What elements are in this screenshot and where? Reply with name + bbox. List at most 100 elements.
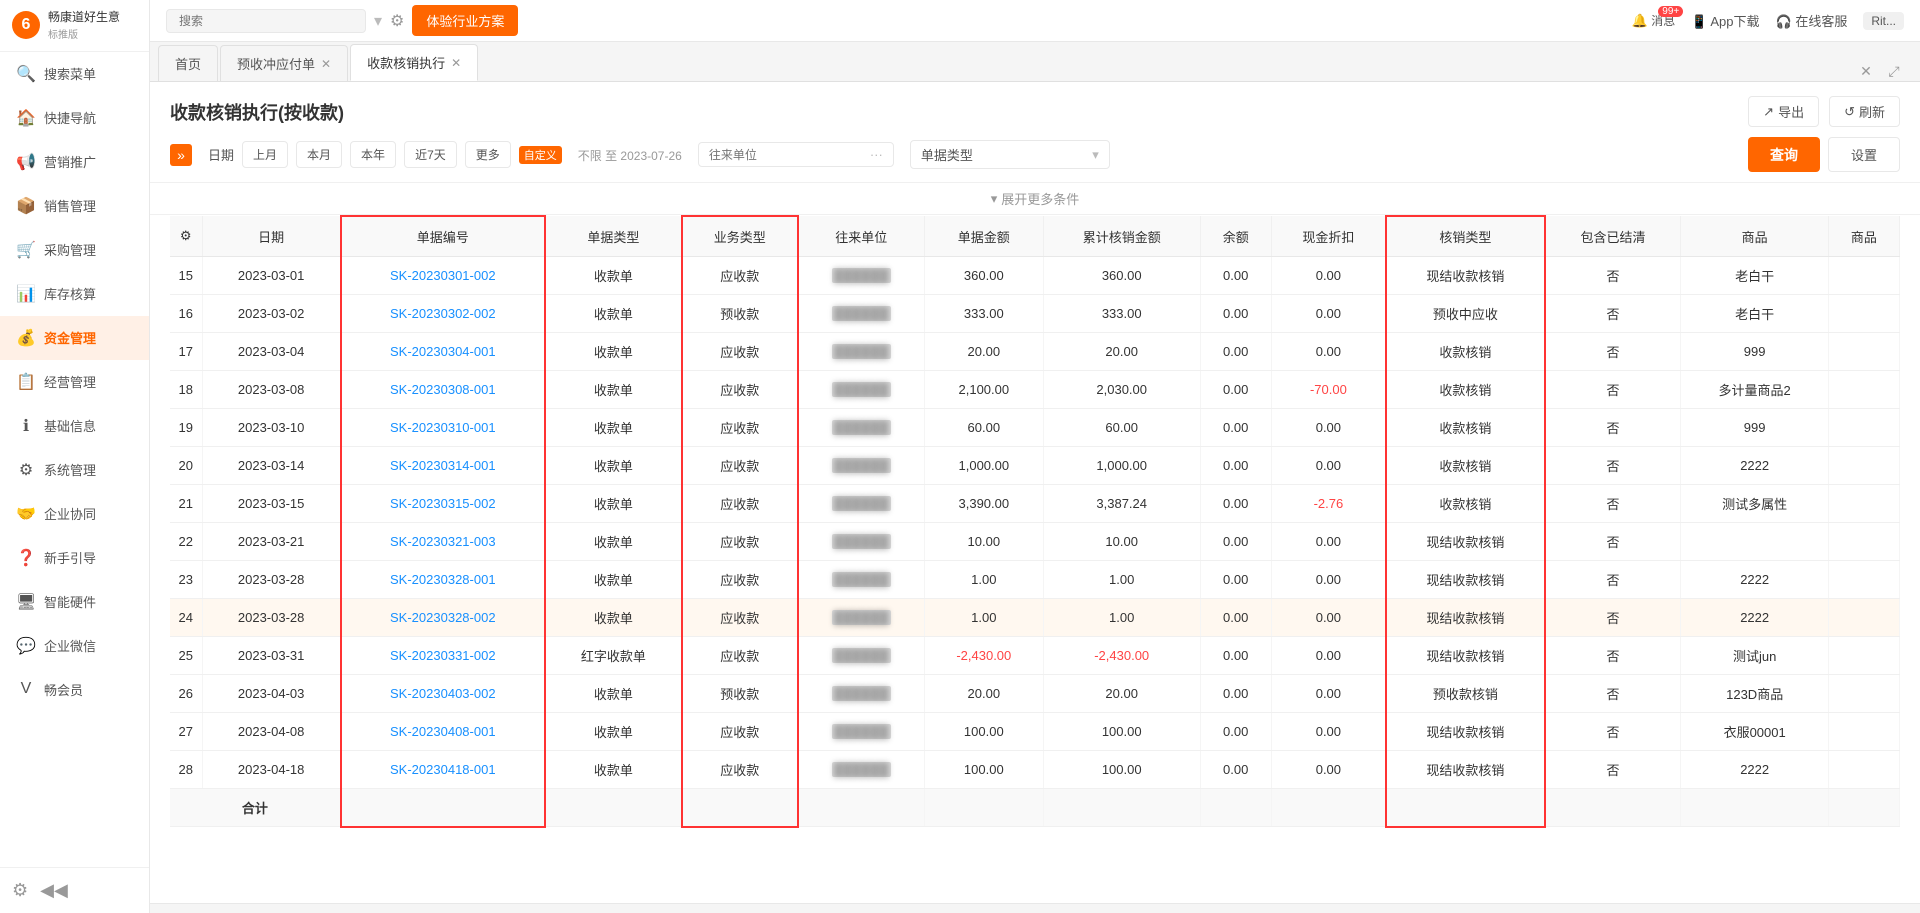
app-download-link[interactable]: 📱 App下载 <box>1691 11 1759 30</box>
tab-close-icon[interactable]: ✕ <box>451 56 461 70</box>
filter-expand-btn[interactable]: » <box>170 144 192 166</box>
doc-no-link[interactable]: SK-20230302-002 <box>390 306 496 321</box>
doc-no-link[interactable]: SK-20230308-001 <box>390 382 496 397</box>
sidebar-item-采购管理[interactable]: 🛒采购管理 <box>0 228 149 272</box>
cell-biz-type: 应收款 <box>682 713 798 751</box>
tab-首页[interactable]: 首页 <box>158 45 218 81</box>
cell-date: 2023-03-28 <box>202 561 341 599</box>
table-row: 22 2023-03-21 SK-20230321-003 收款单 应收款 ██… <box>170 523 1900 561</box>
cell-product2 <box>1828 409 1899 447</box>
tab-close-icon[interactable]: ✕ <box>321 57 331 71</box>
footer-doc-no <box>341 789 545 827</box>
chevron-down-icon: ▾ <box>991 191 998 207</box>
tab-预收冲应付单[interactable]: 预收冲应付单✕ <box>220 45 348 81</box>
custom-badge[interactable]: 自定义 <box>519 146 562 164</box>
cell-doc-type: 收款单 <box>545 523 682 561</box>
user-info[interactable]: Rit... <box>1863 12 1904 30</box>
horizontal-scrollbar[interactable] <box>150 903 1920 913</box>
sidebar-item-营销推广[interactable]: 📢营销推广 <box>0 140 149 184</box>
doc-no-link[interactable]: SK-20230304-001 <box>390 344 496 359</box>
cell-written-off: 1.00 <box>1043 599 1200 637</box>
cell-cash-discount: 0.00 <box>1271 333 1386 371</box>
doc-no-link[interactable]: SK-20230331-002 <box>390 648 496 663</box>
cell-partner: ██████ <box>798 333 925 371</box>
doc-no-link[interactable]: SK-20230321-003 <box>390 534 496 549</box>
cell-balance: 0.00 <box>1200 713 1271 751</box>
chevron-down-icon[interactable]: ▾ <box>374 11 382 31</box>
footer-writeoff-type <box>1386 789 1545 827</box>
th-settings[interactable]: ⚙ <box>170 216 202 257</box>
doc-no-link[interactable]: SK-20230328-001 <box>390 572 496 587</box>
sidebar-item-畅会员[interactable]: V畅会员 <box>0 668 149 711</box>
cell-product2 <box>1828 295 1899 333</box>
cell-doc-no: SK-20230403-002 <box>341 675 545 713</box>
sidebar-item-企业协同[interactable]: 🤝企业协同 <box>0 492 149 536</box>
sidebar-icon: 🛒 <box>16 240 36 260</box>
cell-partner: ██████ <box>798 257 925 295</box>
topbar-search-input[interactable] <box>166 9 366 33</box>
this-year-btn[interactable]: 本年 <box>350 141 396 168</box>
tab-收款核销执行[interactable]: 收款核销执行✕ <box>350 44 478 81</box>
footer-amount <box>924 789 1043 827</box>
doc-no-link[interactable]: SK-20230328-002 <box>390 610 496 625</box>
cell-included: 否 <box>1545 257 1681 295</box>
last7-btn[interactable]: 近7天 <box>404 141 457 168</box>
table-row: 24 2023-03-28 SK-20230328-002 收款单 应收款 ██… <box>170 599 1900 637</box>
cell-cash-discount: 0.00 <box>1271 295 1386 333</box>
logo-icon: 6 <box>12 11 40 39</box>
sidebar-collapse-icon[interactable]: ◀◀ <box>40 880 68 901</box>
sidebar-item-库存核算[interactable]: 📊库存核算 <box>0 272 149 316</box>
sidebar-item-企业微信[interactable]: 💬企业微信 <box>0 624 149 668</box>
sidebar-item-系统管理[interactable]: ⚙系统管理 <box>0 448 149 492</box>
topbar-gear-icon[interactable]: ⚙ <box>390 11 404 31</box>
sidebar-item-搜索菜单[interactable]: 🔍搜索菜单 <box>0 52 149 96</box>
tab-label: 首页 <box>175 54 201 73</box>
export-icon: ↗ <box>1763 104 1774 120</box>
last-month-btn[interactable]: 上月 <box>242 141 288 168</box>
cell-cash-discount: 0.00 <box>1271 637 1386 675</box>
cell-biz-type: 应收款 <box>682 523 798 561</box>
sidebar-item-新手引导[interactable]: ❓新手引导 <box>0 536 149 580</box>
doc-no-link[interactable]: SK-20230301-002 <box>390 268 496 283</box>
th-included: 包含已结清 <box>1545 216 1681 257</box>
export-button[interactable]: ↗ 导出 <box>1748 96 1819 127</box>
doc-no-link[interactable]: SK-20230310-001 <box>390 420 496 435</box>
cell-amount: 10.00 <box>924 523 1043 561</box>
partner-filter[interactable]: ··· <box>698 142 894 167</box>
partner-input[interactable] <box>709 148 864 162</box>
doc-no-link[interactable]: SK-20230408-001 <box>390 724 496 739</box>
expand-window-icon[interactable]: ⤢ <box>1884 61 1904 81</box>
cell-product2 <box>1828 561 1899 599</box>
expand-conditions-bar[interactable]: ▾ 展开更多条件 <box>150 183 1920 215</box>
doc-no-link[interactable]: SK-20230418-001 <box>390 762 496 777</box>
sidebar-item-资金管理[interactable]: 💰资金管理 <box>0 316 149 360</box>
cell-included: 否 <box>1545 333 1681 371</box>
blurred-partner: ██████ <box>832 724 891 739</box>
this-month-btn[interactable]: 本月 <box>296 141 342 168</box>
sidebar-settings-icon[interactable]: ⚙ <box>12 880 28 901</box>
cell-product1: 多计量商品2 <box>1681 371 1828 409</box>
query-button[interactable]: 查询 <box>1748 137 1820 172</box>
sidebar-item-基础信息[interactable]: ℹ基础信息 <box>0 404 149 448</box>
th-amount: 单据金额 <box>924 216 1043 257</box>
more-btn[interactable]: 更多 <box>465 141 511 168</box>
sidebar-item-快捷导航[interactable]: 🏠快捷导航 <box>0 96 149 140</box>
cell-doc-type: 收款单 <box>545 675 682 713</box>
doc-type-filter[interactable]: 单据类型 ▾ <box>910 140 1110 169</box>
cell-amount: 333.00 <box>924 295 1043 333</box>
refresh-button[interactable]: ↺ 刷新 <box>1829 96 1900 127</box>
filter-settings-btn[interactable]: 设置 <box>1828 137 1900 172</box>
cell-cash-discount: 0.00 <box>1271 713 1386 751</box>
doc-no-link[interactable]: SK-20230314-001 <box>390 458 496 473</box>
sidebar-item-销售管理[interactable]: 📦销售管理 <box>0 184 149 228</box>
online-service-link[interactable]: 🎧 在线客服 <box>1776 11 1848 30</box>
solution-button[interactable]: 体验行业方案 <box>412 5 518 36</box>
sidebar-item-智能硬件[interactable]: 🖥智能硬件 <box>0 580 149 624</box>
close-window-icon[interactable]: ✕ <box>1856 61 1876 81</box>
notify-button[interactable]: 🔔 99+ 消息 <box>1631 12 1675 29</box>
sidebar-item-经营管理[interactable]: 📋经营管理 <box>0 360 149 404</box>
doc-no-link[interactable]: SK-20230403-002 <box>390 686 496 701</box>
cell-amount: 360.00 <box>924 257 1043 295</box>
doc-no-link[interactable]: SK-20230315-002 <box>390 496 496 511</box>
cell-doc-no: SK-20230308-001 <box>341 371 545 409</box>
